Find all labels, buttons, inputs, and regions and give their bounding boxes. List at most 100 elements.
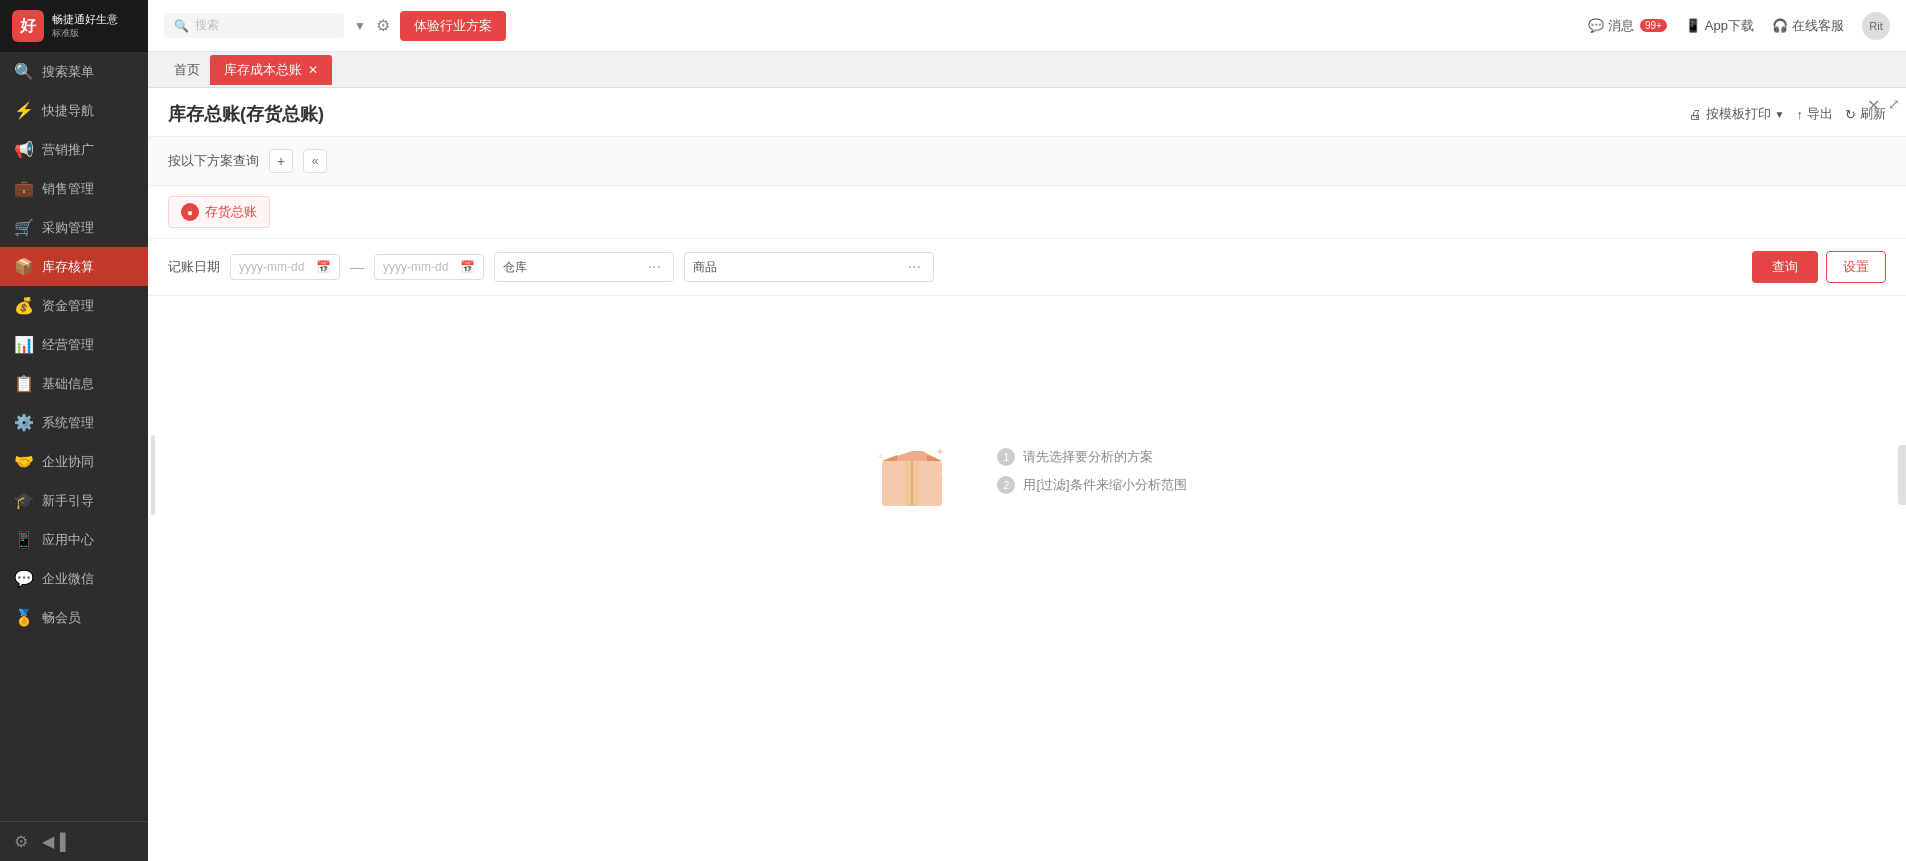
scheme-name: 存货总账 — [205, 203, 257, 221]
avatar: Rit — [1862, 12, 1890, 40]
sidebar-item-label: 采购管理 — [42, 219, 94, 237]
sidebar-item-label: 基础信息 — [42, 375, 94, 393]
right-expand-handle[interactable] — [1898, 445, 1906, 505]
settings-btn[interactable]: 设置 — [1826, 251, 1886, 283]
empty-hint-1: 1 请先选择要分析的方案 — [997, 448, 1186, 466]
lightning-icon: ⚡ — [14, 101, 34, 120]
sidebar-item-label: 快捷导航 — [42, 102, 94, 120]
user-item[interactable]: Rit — [1862, 12, 1890, 40]
export-action[interactable]: ↑ 导出 — [1797, 105, 1834, 123]
sidebar-item-label: 企业协同 — [42, 453, 94, 471]
svg-rect-5 — [905, 461, 919, 506]
online-support-label: 在线客服 — [1792, 17, 1844, 35]
hint-num-1: 1 — [997, 448, 1015, 466]
sidebar-item-onboarding[interactable]: 🎓 新手引导 — [0, 481, 148, 520]
settings-icon[interactable]: ⚙ — [376, 16, 390, 35]
messages-label: 消息 — [1608, 17, 1634, 35]
sidebar-item-quick-nav[interactable]: ⚡ 快捷导航 — [0, 91, 148, 130]
sidebar-item-inventory[interactable]: 📦 库存核算 — [0, 247, 148, 286]
search-placeholder: 搜索 — [195, 17, 219, 34]
goods-more-icon[interactable]: ··· — [904, 258, 925, 276]
sidebar-item-label: 系统管理 — [42, 414, 94, 432]
chevron-down-icon[interactable]: ▼ — [354, 19, 366, 33]
filter-bar: 按以下方案查询 + « — [148, 137, 1906, 186]
main-area: 🔍 搜索 ▼ ⚙ 体验行业方案 💬 消息 99+ 📱 App下载 🎧 在线客服 … — [148, 0, 1906, 861]
app-name: 畅捷通好生意 — [52, 12, 118, 27]
sidebar-item-label: 企业微信 — [42, 570, 94, 588]
empty-hint-2: 2 用[过滤]条件来缩小分析范围 — [997, 476, 1186, 494]
warehouse-input[interactable]: 仓库 ··· — [494, 252, 674, 282]
box-icon: 📦 — [14, 257, 34, 276]
sidebar-nav: 🔍 搜索菜单 ⚡ 快捷导航 📢 营销推广 💼 销售管理 🛒 采购管理 📦 库存核… — [0, 52, 148, 821]
graduate-icon: 🎓 — [14, 491, 34, 510]
sidebar-item-purchase[interactable]: 🛒 采购管理 — [0, 208, 148, 247]
export-icon: ↑ — [1797, 107, 1804, 122]
search-box[interactable]: 🔍 搜索 — [164, 13, 344, 38]
app-download-item[interactable]: 📱 App下载 — [1685, 17, 1754, 35]
sidebar-item-finance[interactable]: 💰 资金管理 — [0, 286, 148, 325]
sidebar-item-wechat[interactable]: 💬 企业微信 — [0, 559, 148, 598]
page-title: 库存总账(存货总账) — [168, 102, 324, 126]
scheme-icon: ● — [181, 203, 199, 221]
svg-text:✦: ✦ — [877, 452, 884, 461]
hint-text-2: 用[过滤]条件来缩小分析范围 — [1023, 476, 1186, 494]
filter-add-btn[interactable]: + — [269, 149, 293, 173]
date-start-input[interactable]: yyyy-mm-dd 📅 — [230, 254, 340, 280]
page-content: ✕ ⤢ 库存总账(存货总账) 🖨 按模板打印 ▼ ↑ 导出 ↻ 刷新 — [148, 88, 1906, 861]
mobile-icon: 📱 — [14, 530, 34, 549]
svg-text:✦: ✦ — [935, 445, 945, 459]
sidebar-item-label: 库存核算 — [42, 258, 94, 276]
scheme-item[interactable]: ● 存货总账 — [168, 196, 270, 228]
collapse-icon[interactable]: ◀▐ — [42, 832, 65, 851]
hint-text-1: 请先选择要分析的方案 — [1023, 448, 1153, 466]
tab-home[interactable]: 首页 — [164, 55, 210, 85]
svg-text:✦: ✦ — [939, 476, 944, 482]
mobile-icon: 📱 — [1685, 18, 1701, 33]
megaphone-icon: 📢 — [14, 140, 34, 159]
date-separator: — — [350, 259, 364, 275]
sidebar-item-search[interactable]: 🔍 搜索菜单 — [0, 52, 148, 91]
date-end-input[interactable]: yyyy-mm-dd 📅 — [374, 254, 484, 280]
sidebar-item-label: 资金管理 — [42, 297, 94, 315]
gear-icon: ⚙️ — [14, 413, 34, 432]
search-icon: 🔍 — [14, 62, 34, 81]
print-chevron-icon[interactable]: ▼ — [1775, 109, 1785, 120]
sidebar-bottom: ⚙ ◀▐ — [0, 821, 148, 861]
sidebar-item-enterprise[interactable]: 🤝 企业协同 — [0, 442, 148, 481]
chart-icon: 📊 — [14, 335, 34, 354]
online-support-item[interactable]: 🎧 在线客服 — [1772, 17, 1844, 35]
settings-icon[interactable]: ⚙ — [14, 832, 28, 851]
clipboard-icon: 📋 — [14, 374, 34, 393]
print-action[interactable]: 🖨 按模板打印 ▼ — [1689, 105, 1785, 123]
filter-collapse-btn[interactable]: « — [303, 149, 327, 173]
hint-num-2: 2 — [997, 476, 1015, 494]
goods-input[interactable]: 商品 ··· — [684, 252, 934, 282]
sidebar-item-label: 新手引导 — [42, 492, 94, 510]
sidebar-item-system[interactable]: ⚙️ 系统管理 — [0, 403, 148, 442]
sidebar-item-basics[interactable]: 📋 基础信息 — [0, 364, 148, 403]
sidebar-item-app-center[interactable]: 📱 应用中心 — [0, 520, 148, 559]
industry-btn[interactable]: 体验行业方案 — [400, 11, 506, 41]
panel-expand-icon[interactable]: ⤢ — [1888, 96, 1900, 115]
panel-close-icon[interactable]: ✕ — [1867, 96, 1880, 115]
tab-inventory-cost[interactable]: 库存成本总账 ✕ — [210, 55, 332, 85]
topbar: 🔍 搜索 ▼ ⚙ 体验行业方案 💬 消息 99+ 📱 App下载 🎧 在线客服 … — [148, 0, 1906, 52]
query-btn[interactable]: 查询 — [1752, 251, 1818, 283]
query-actions: 查询 设置 — [1752, 251, 1886, 283]
tab-close-icon[interactable]: ✕ — [308, 64, 318, 76]
messages-item[interactable]: 💬 消息 99+ — [1588, 17, 1667, 35]
scheme-filter: ● 存货总账 — [148, 186, 1906, 239]
handshake-icon: 🤝 — [14, 452, 34, 471]
sidebar-item-sales[interactable]: 💼 销售管理 — [0, 169, 148, 208]
chat-icon: 💬 — [14, 569, 34, 588]
sidebar-item-member[interactable]: 🏅 畅会员 — [0, 598, 148, 637]
print-icon: 🖨 — [1689, 107, 1702, 122]
cart-icon: 🛒 — [14, 218, 34, 237]
warehouse-more-icon[interactable]: ··· — [644, 258, 665, 276]
app-download-label: App下载 — [1705, 17, 1754, 35]
sidebar-item-marketing[interactable]: 📢 营销推广 — [0, 130, 148, 169]
sidebar-item-label: 应用中心 — [42, 531, 94, 549]
sidebar-item-operations[interactable]: 📊 经营管理 — [0, 325, 148, 364]
scroll-track — [151, 435, 155, 515]
calendar-icon: 📅 — [316, 260, 331, 274]
